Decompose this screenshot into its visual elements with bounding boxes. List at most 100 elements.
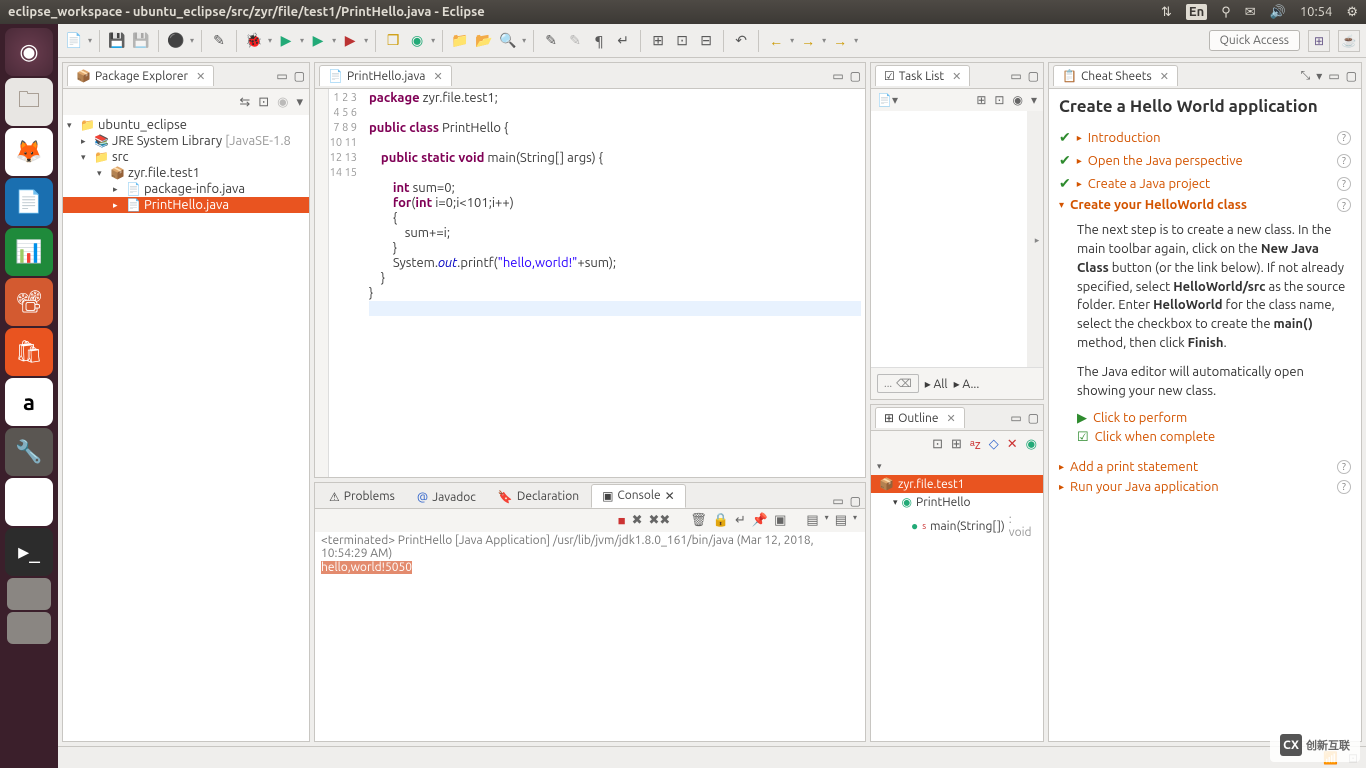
problems-tab[interactable]: ⚠Problems: [319, 486, 405, 508]
scroll-lock-icon[interactable]: 🔒: [713, 513, 729, 528]
click-to-perform[interactable]: ▶Click to perform: [1059, 411, 1351, 426]
help-icon[interactable]: ?: [1337, 198, 1351, 212]
pkg-node[interactable]: ▾📦zyr.file.test1: [63, 165, 309, 181]
minimize-icon[interactable]: ▭: [1010, 411, 1021, 425]
lang-indicator[interactable]: En: [1186, 4, 1207, 20]
display-selected-icon[interactable]: ▤: [806, 513, 818, 528]
network-icon[interactable]: ⇅: [1161, 5, 1172, 20]
impress-icon[interactable]: 📽: [5, 278, 53, 326]
minimize-icon[interactable]: ▭: [1328, 69, 1339, 83]
software-icon[interactable]: 🛍: [5, 328, 53, 376]
java-perspective-icon[interactable]: ☕: [1338, 30, 1360, 52]
maximize-icon[interactable]: ▢: [1028, 411, 1039, 425]
close-icon[interactable]: ✕: [196, 70, 205, 83]
close-icon[interactable]: ✕: [1160, 70, 1169, 83]
help-icon[interactable]: ?: [1337, 154, 1351, 168]
all-filter[interactable]: ▸ All: [925, 377, 948, 391]
gear-icon[interactable]: ⚙: [1346, 5, 1358, 20]
toggle-word-wrap-icon[interactable]: ↵: [613, 31, 633, 51]
tasklist-dayview[interactable]: ▸: [1027, 111, 1043, 367]
categorize-icon[interactable]: ⊞: [976, 93, 986, 107]
save-all-icon[interactable]: 💾: [131, 31, 151, 51]
code-area[interactable]: package zyr.file.test1; public class Pri…: [363, 89, 865, 477]
new-class-icon[interactable]: ◉: [407, 31, 427, 51]
maximize-icon[interactable]: ▢: [850, 494, 861, 508]
view-menu-icon[interactable]: ▾: [296, 95, 303, 110]
src-node[interactable]: ▾📁src: [63, 149, 309, 165]
link-editor-icon[interactable]: ⊡: [258, 95, 269, 110]
firefox-icon[interactable]: 🦊: [5, 128, 53, 176]
close-icon[interactable]: ✕: [665, 489, 675, 503]
save-icon[interactable]: 💾: [107, 31, 127, 51]
pin-icon[interactable]: →: [830, 31, 850, 51]
word-wrap-icon[interactable]: ↵: [735, 513, 746, 528]
build-icon[interactable]: ⚫: [166, 31, 186, 51]
cheat-next-item[interactable]: ▸Add a print statement?: [1059, 457, 1351, 477]
forward-icon[interactable]: →: [798, 31, 818, 51]
hide-local-icon[interactable]: ✕: [1007, 437, 1018, 452]
debug-icon[interactable]: 🐞: [244, 31, 264, 51]
focus-active-icon[interactable]: ◉: [1026, 437, 1037, 452]
show-whitespace-icon[interactable]: ¶: [589, 31, 609, 51]
package-explorer-tab[interactable]: 📦 Package Explorer ✕: [67, 65, 214, 86]
pin-console-icon[interactable]: 📌: [752, 513, 768, 528]
help-icon[interactable]: ?: [1337, 480, 1351, 494]
schedule-icon[interactable]: ⊡: [994, 93, 1004, 107]
next-annotation-icon[interactable]: ⊡: [672, 31, 692, 51]
new-icon[interactable]: 📄: [64, 31, 84, 51]
maximize-icon[interactable]: ▢: [1028, 69, 1039, 83]
close-icon[interactable]: ✕: [433, 70, 442, 83]
help-icon[interactable]: ?: [1337, 177, 1351, 191]
hide-nonpublic-icon[interactable]: ◇: [989, 437, 999, 452]
hide-fields-icon[interactable]: ⊞: [951, 437, 962, 452]
quick-access[interactable]: Quick Access: [1209, 30, 1300, 51]
maximize-icon[interactable]: ▢: [1346, 69, 1357, 83]
help-icon[interactable]: ?: [1337, 131, 1351, 145]
external-tools-icon[interactable]: ▶: [340, 31, 360, 51]
mail-icon[interactable]: ✉: [1245, 5, 1256, 20]
outline-class[interactable]: ▾◉PrintHello: [871, 493, 1043, 511]
activate-filter[interactable]: ▸ A...: [954, 377, 980, 391]
collapse-icon[interactable]: ⇆: [239, 95, 250, 110]
sort-icon[interactable]: ⊡: [932, 437, 943, 452]
file-node-selected[interactable]: ▸📄PrintHello.java: [63, 197, 309, 213]
toggle-block-icon[interactable]: ✎: [565, 31, 585, 51]
editor-tab[interactable]: 📄 PrintHello.java ✕: [319, 65, 452, 86]
cheat-done-item[interactable]: ✔▸Introduction?: [1059, 126, 1351, 149]
outline-method[interactable]: ●smain(String[]) : void: [871, 511, 1043, 541]
eclipse-icon[interactable]: ◯: [5, 478, 53, 526]
back-icon[interactable]: ←: [766, 31, 786, 51]
coverage-icon[interactable]: ▶: [308, 31, 328, 51]
focus-task-icon[interactable]: ◉: [277, 95, 288, 110]
clock[interactable]: 10:54: [1300, 5, 1333, 19]
collapse-icon[interactable]: ⤡: [1301, 69, 1311, 83]
code-editor[interactable]: 1 2 3 4 5 6 7 8 9 10 11 12 13 14 15 pack…: [315, 89, 865, 477]
console-tab[interactable]: ▣Console✕: [591, 484, 686, 508]
new-package-icon[interactable]: ❒: [383, 31, 403, 51]
run-icon[interactable]: ▶: [276, 31, 296, 51]
maximize-icon[interactable]: ▢: [294, 69, 305, 83]
view-menu-icon[interactable]: ▾: [1031, 93, 1037, 107]
open-console-icon[interactable]: ▤: [835, 513, 847, 528]
cheat-done-item[interactable]: ✔▸Create a Java project?: [1059, 172, 1351, 195]
close-icon[interactable]: ✕: [952, 70, 961, 83]
hide-static-icon[interactable]: ᵃz: [970, 437, 981, 452]
wand-icon[interactable]: ✎: [209, 31, 229, 51]
view-menu-icon[interactable]: ▾: [877, 461, 882, 472]
minimize-icon[interactable]: ▭: [1010, 69, 1021, 83]
terminate-icon[interactable]: ■: [618, 513, 626, 528]
cheat-done-item[interactable]: ✔▸Open the Java perspective?: [1059, 149, 1351, 172]
disk-icon[interactable]: [7, 578, 51, 610]
maximize-icon[interactable]: ▢: [850, 69, 861, 83]
dash-icon[interactable]: ◉: [5, 28, 53, 76]
disk-icon[interactable]: [7, 612, 51, 644]
view-menu-icon[interactable]: ▾: [1316, 69, 1322, 83]
show-console-icon[interactable]: ▣: [774, 513, 786, 528]
terminal-icon[interactable]: ▸_: [5, 528, 53, 576]
focus-icon[interactable]: ◉: [1012, 93, 1022, 107]
remove-all-icon[interactable]: ✖✖: [648, 513, 670, 528]
tasklist-tab[interactable]: ☑ Task List ✕: [875, 65, 970, 86]
remove-launch-icon[interactable]: ✖: [632, 513, 643, 528]
file-node[interactable]: ▸📄package-info.java: [63, 181, 309, 197]
cheat-next-item[interactable]: ▸Run your Java application?: [1059, 477, 1351, 497]
